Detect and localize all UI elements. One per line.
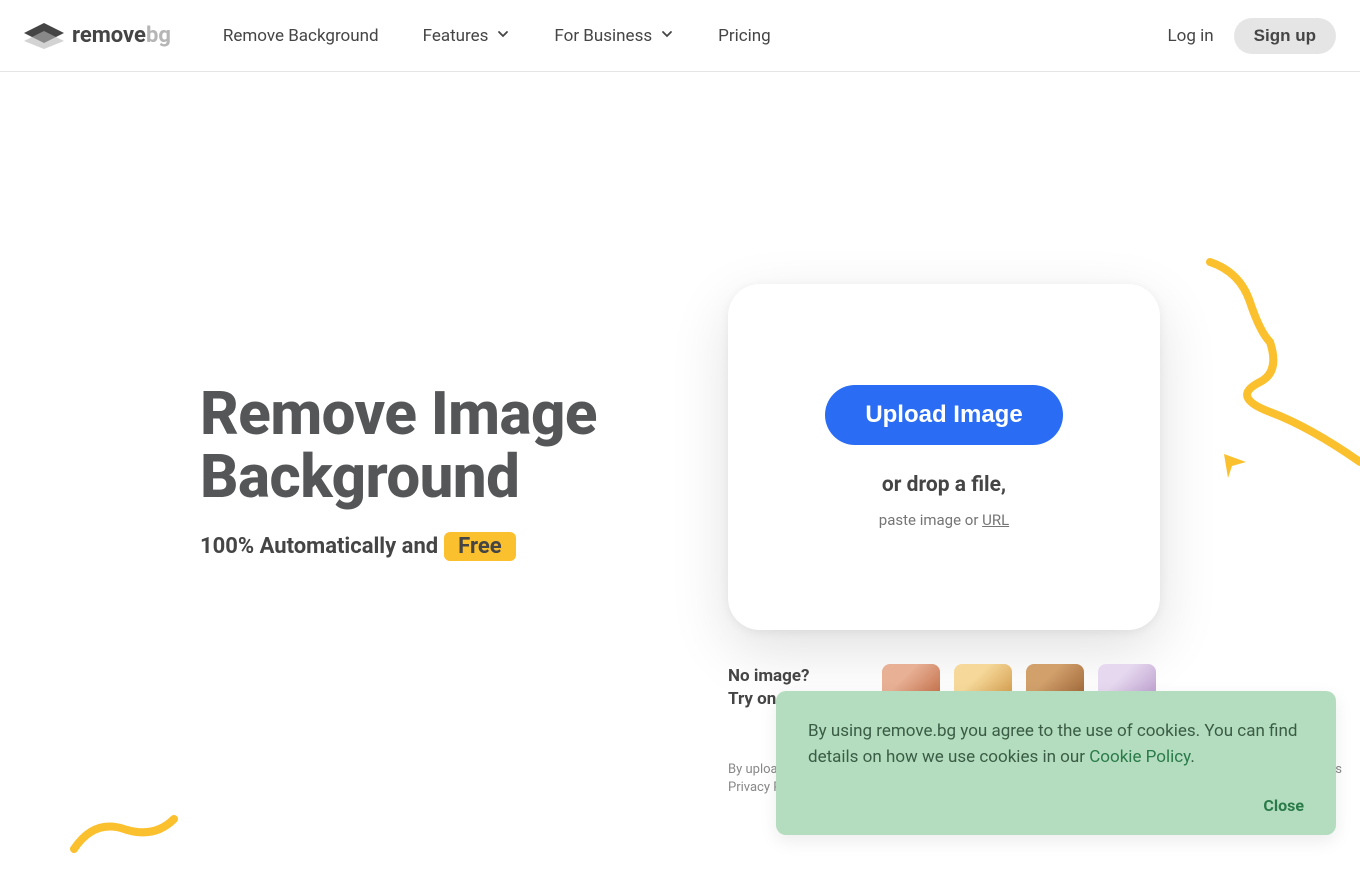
header: removebg Remove Background Features For …: [0, 0, 1360, 72]
cookie-text: By using remove.bg you agree to the use …: [808, 719, 1304, 770]
nav-features[interactable]: Features: [423, 26, 511, 46]
main-nav: Remove Background Features For Business …: [223, 26, 771, 46]
decorative-squiggle-icon: [64, 809, 184, 869]
hero-headline-block: Remove Image Background 100% Automatical…: [200, 382, 597, 561]
chevron-down-icon: [496, 26, 510, 46]
chevron-down-icon: [660, 26, 674, 46]
nav-for-business-label: For Business: [554, 26, 652, 46]
cookie-banner: By using remove.bg you agree to the use …: [776, 691, 1336, 835]
logo-mark-icon: [24, 23, 64, 49]
free-badge: Free: [444, 532, 515, 561]
logo-text: removebg: [72, 23, 171, 48]
page-title: Remove Image Background: [200, 382, 597, 508]
auth-controls: Log in Sign up: [1168, 18, 1336, 54]
nav-pricing[interactable]: Pricing: [718, 26, 771, 46]
upload-image-button[interactable]: Upload Image: [825, 385, 1062, 445]
login-link[interactable]: Log in: [1168, 26, 1214, 46]
cookie-close-button[interactable]: Close: [808, 796, 1304, 815]
hero-subheadline: 100% Automatically and Free: [200, 532, 597, 561]
nav-features-label: Features: [423, 26, 489, 46]
cookie-policy-link[interactable]: Cookie Policy: [1089, 747, 1190, 767]
logo[interactable]: removebg: [24, 23, 171, 49]
drop-file-label: or drop a file,: [882, 473, 1006, 497]
nav-for-business[interactable]: For Business: [554, 26, 674, 46]
signup-button[interactable]: Sign up: [1234, 18, 1336, 54]
paste-instruction: paste image or URL: [879, 511, 1009, 529]
nav-remove-background[interactable]: Remove Background: [223, 26, 379, 46]
upload-card[interactable]: Upload Image or drop a file, paste image…: [728, 284, 1160, 630]
paste-url-link[interactable]: URL: [982, 511, 1009, 529]
